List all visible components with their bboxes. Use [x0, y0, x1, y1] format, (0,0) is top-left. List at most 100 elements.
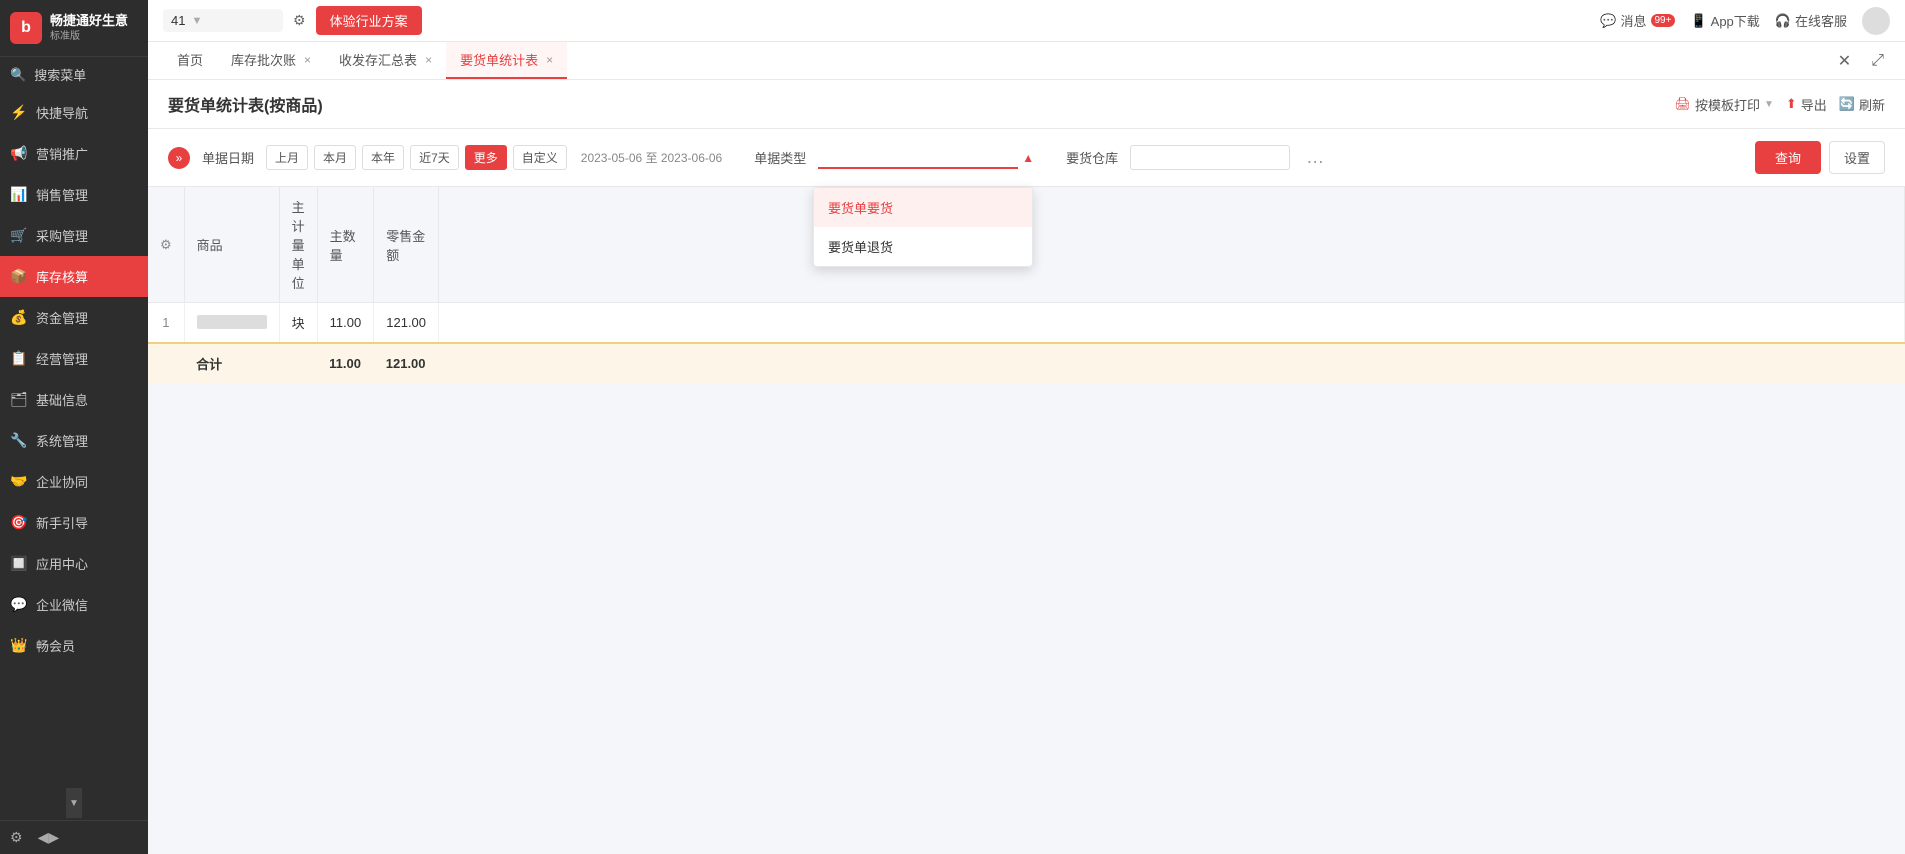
date-btn-prev[interactable]: 上月	[266, 145, 308, 170]
sidebar-item-label: 企业协同	[36, 472, 88, 491]
tab-receive-summary-label: 收发存汇总表	[339, 50, 417, 69]
sidebar-item-enterprise[interactable]: 🤝 企业协同	[0, 461, 148, 502]
enterprise-icon: 🤝	[10, 473, 28, 490]
page-header: 要货单统计表(按商品) 🖨 按模板打印 ▼ ⬆ 导出 🔄 刷新	[148, 80, 1905, 129]
store-selector[interactable]: 41 ▼	[163, 9, 283, 32]
type-select-input[interactable]	[818, 146, 1018, 169]
col-extra	[439, 187, 1905, 303]
type-select-close-icon[interactable]: ▲	[1022, 151, 1034, 165]
sidebar-item-inventory[interactable]: 📦 库存核算	[0, 256, 148, 297]
date-btn-year[interactable]: 本年	[362, 145, 404, 170]
date-buttons: 上月 本月 本年 近7天 更多 自定义	[266, 145, 567, 170]
cell-quantity: 11.00	[317, 303, 374, 344]
settings-icon[interactable]: ⚙	[10, 829, 23, 846]
col-gear: ⚙	[148, 187, 184, 303]
date-btn-week[interactable]: 近7天	[410, 145, 459, 170]
app-download-btn[interactable]: 📱 App下载	[1690, 11, 1759, 30]
tab-inventory-batch[interactable]: 库存批次账 ×	[217, 42, 325, 79]
search-icon: 🔍	[10, 67, 26, 83]
message-icon: 💬	[1600, 13, 1616, 29]
sidebar-item-system[interactable]: 🔧 系统管理	[0, 420, 148, 461]
sidebar-item-label: 新手引导	[36, 513, 88, 532]
logo-icon: b	[10, 12, 42, 44]
date-btn-more[interactable]: 更多	[465, 145, 507, 170]
tabs-actions: ✕ ⤢	[1832, 49, 1890, 73]
system-icon: 🔧	[10, 432, 28, 449]
query-btn[interactable]: 查询	[1755, 141, 1821, 174]
sidebar-item-label: 销售管理	[36, 185, 88, 204]
tab-requisition-stats-close[interactable]: ×	[546, 53, 553, 67]
more-filters-btn[interactable]: …	[1306, 147, 1324, 168]
date-btn-curr[interactable]: 本月	[314, 145, 356, 170]
sidebar-item-wechat[interactable]: 💬 企业微信	[0, 584, 148, 625]
column-gear-icon[interactable]: ⚙	[160, 237, 172, 252]
tab-requisition-stats-label: 要货单统计表	[460, 50, 538, 69]
tab-home[interactable]: 首页	[163, 42, 217, 79]
filter-expand-btn[interactable]: »	[168, 147, 190, 169]
store-num: 41	[171, 13, 185, 28]
sidebar-item-label: 库存核算	[36, 267, 88, 286]
online-service-btn[interactable]: 🎧 在线客服	[1775, 11, 1847, 30]
sidebar-item-operations[interactable]: 📋 经营管理	[0, 338, 148, 379]
sidebar-item-label: 应用中心	[36, 554, 88, 573]
sidebar-item-finance[interactable]: 💰 资金管理	[0, 297, 148, 338]
sidebar-item-quick-nav[interactable]: ⚡ 快捷导航	[0, 92, 148, 133]
basic-info-icon: 🗂	[10, 391, 28, 408]
sidebar-item-purchase[interactable]: 🛒 采购管理	[0, 215, 148, 256]
sidebar-item-basic-info[interactable]: 🗂 基础信息	[0, 379, 148, 420]
cell-index: 1	[148, 303, 184, 344]
sidebar-item-member[interactable]: 👑 畅会员	[0, 625, 148, 666]
main-area: 41 ▼ ⚙ 体验行业方案 💬 消息 99+ 📱 App下载 🎧 在线客服	[148, 0, 1905, 854]
sidebar-item-label: 采购管理	[36, 226, 88, 245]
footer-empty1	[148, 343, 184, 383]
cell-extra	[439, 303, 1905, 344]
footer-extra	[439, 343, 1905, 383]
tab-home-label: 首页	[177, 50, 203, 69]
warehouse-input[interactable]	[1130, 145, 1290, 170]
print-icon: 🖨	[1674, 96, 1691, 112]
filter-actions: 查询 设置	[1755, 141, 1885, 174]
export-icon: ⬆	[1786, 96, 1797, 112]
sidebar-item-guide[interactable]: 🎯 新手引导	[0, 502, 148, 543]
col-quantity: 主数量	[317, 187, 374, 303]
app-center-icon: 🔲	[10, 555, 28, 572]
sidebar-item-sales[interactable]: 📊 销售管理	[0, 174, 148, 215]
sidebar-item-label: 基础信息	[36, 390, 88, 409]
topbar-right: 💬 消息 99+ 📱 App下载 🎧 在线客服	[1600, 7, 1890, 35]
tab-expand-icon[interactable]: ⤢	[1865, 50, 1890, 72]
topbar-gear-icon[interactable]: ⚙	[293, 12, 306, 29]
sidebar-item-marketing[interactable]: 📢 营销推广	[0, 133, 148, 174]
collapse-icon[interactable]: ◀▶	[38, 829, 60, 846]
tab-inventory-batch-close[interactable]: ×	[304, 53, 311, 67]
messages-btn[interactable]: 💬 消息 99+	[1600, 11, 1675, 30]
tab-requisition-stats[interactable]: 要货单统计表 ×	[446, 42, 567, 79]
tab-receive-summary[interactable]: 收发存汇总表 ×	[325, 42, 446, 79]
sidebar-item-app-center[interactable]: 🔲 应用中心	[0, 543, 148, 584]
page-header-actions: 🖨 按模板打印 ▼ ⬆ 导出 🔄 刷新	[1674, 95, 1885, 114]
dropdown-item-requisition-order[interactable]: 要货单要货	[814, 188, 1032, 227]
logo-sub: 标准版	[50, 30, 128, 43]
user-avatar[interactable]	[1862, 7, 1890, 35]
refresh-btn[interactable]: 🔄 刷新	[1839, 95, 1885, 114]
app-icon: 📱	[1690, 13, 1706, 29]
type-select-wrapper: ▲	[818, 146, 1034, 169]
print-btn[interactable]: 🖨 按模板打印 ▼	[1674, 95, 1773, 114]
date-btn-custom[interactable]: 自定义	[513, 145, 567, 170]
export-btn[interactable]: ⬆ 导出	[1786, 95, 1827, 114]
purchase-icon: 🛒	[10, 227, 28, 244]
filter-row: » 单据日期 上月 本月 本年 近7天 更多 自定义 2023-05-06 至 …	[168, 141, 1885, 174]
sidebar-item-label: 资金管理	[36, 308, 88, 327]
finance-icon: 💰	[10, 309, 28, 326]
logo-text: 畅捷通好生意 标准版	[50, 13, 128, 43]
tab-close-all-icon[interactable]: ✕	[1832, 49, 1857, 73]
tab-receive-summary-close[interactable]: ×	[425, 53, 432, 67]
sidebar-scroll-down[interactable]: ▼	[66, 788, 82, 818]
sidebar-search[interactable]: 🔍 搜索菜单	[0, 57, 148, 92]
guide-icon: 🎯	[10, 514, 28, 531]
dropdown-item-label: 要货单要货	[828, 201, 893, 216]
sidebar-nav: ⚡ 快捷导航 📢 营销推广 📊 销售管理 🛒 采购管理 📦 库存核算 💰 资金管…	[0, 92, 148, 786]
settings-btn[interactable]: 设置	[1829, 141, 1885, 174]
dropdown-item-requisition-return[interactable]: 要货单退货	[814, 227, 1032, 266]
col-unit: 主计量单位	[279, 187, 317, 303]
trial-btn[interactable]: 体验行业方案	[316, 6, 422, 35]
